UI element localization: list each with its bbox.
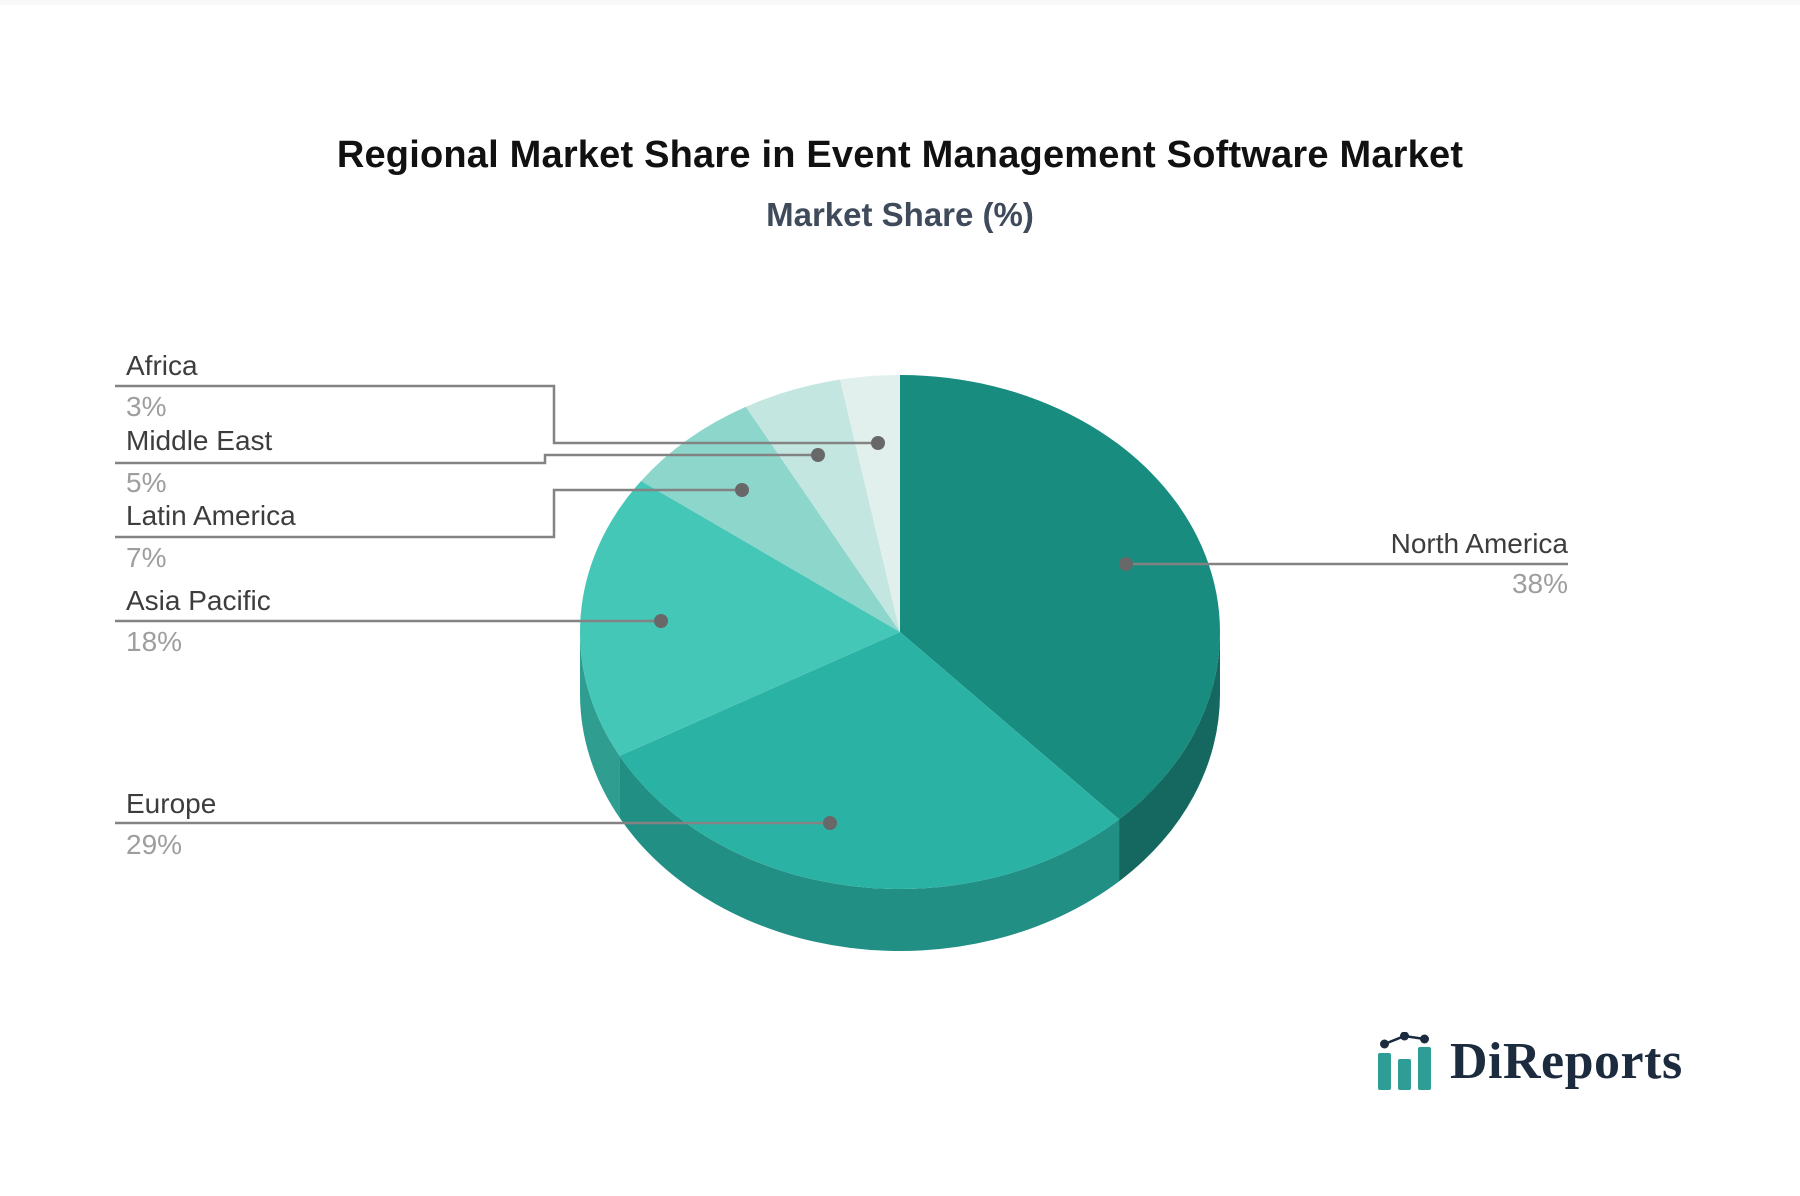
slice-percent: 3% (126, 391, 167, 422)
leader-dot-africa (871, 436, 885, 450)
slice-label-middle-east: Middle East 5% (126, 426, 272, 498)
slice-name: Asia Pacific (126, 585, 271, 616)
slice-name: Latin America (126, 500, 296, 531)
slice-name: Europe (126, 788, 217, 819)
slice-label-north-america: North America 38% (1391, 529, 1568, 599)
leader-dot-north-america (1119, 557, 1133, 571)
leader-dot-asia-pacific (654, 614, 668, 628)
leader-dot-europe (823, 816, 837, 830)
slice-label-europe: Europe 29% (126, 789, 216, 860)
chart-canvas: Regional Market Share in Event Managemen… (0, 0, 1800, 1196)
slice-label-africa: Africa 3% (126, 351, 198, 422)
slice-percent: 5% (126, 467, 167, 498)
leader-dot-middle-east (811, 448, 825, 462)
slice-percent: 7% (126, 542, 167, 573)
brand-logo: DiReports (1378, 1032, 1683, 1090)
slice-label-asia-pacific: Asia Pacific 18% (126, 586, 271, 657)
slice-name: North America (1390, 528, 1568, 559)
brand-name: DiReports (1450, 1033, 1683, 1090)
slice-label-latin-america: Latin America 7% (126, 501, 296, 573)
slice-name: Middle East (126, 425, 273, 456)
slice-percent: 29% (126, 829, 183, 860)
bar-line-chart-icon (1378, 1032, 1431, 1090)
slice-name: Africa (126, 350, 198, 381)
slice-percent: 38% (1511, 568, 1568, 599)
slice-percent: 18% (126, 626, 183, 657)
leader-dot-latin-america (735, 483, 749, 497)
